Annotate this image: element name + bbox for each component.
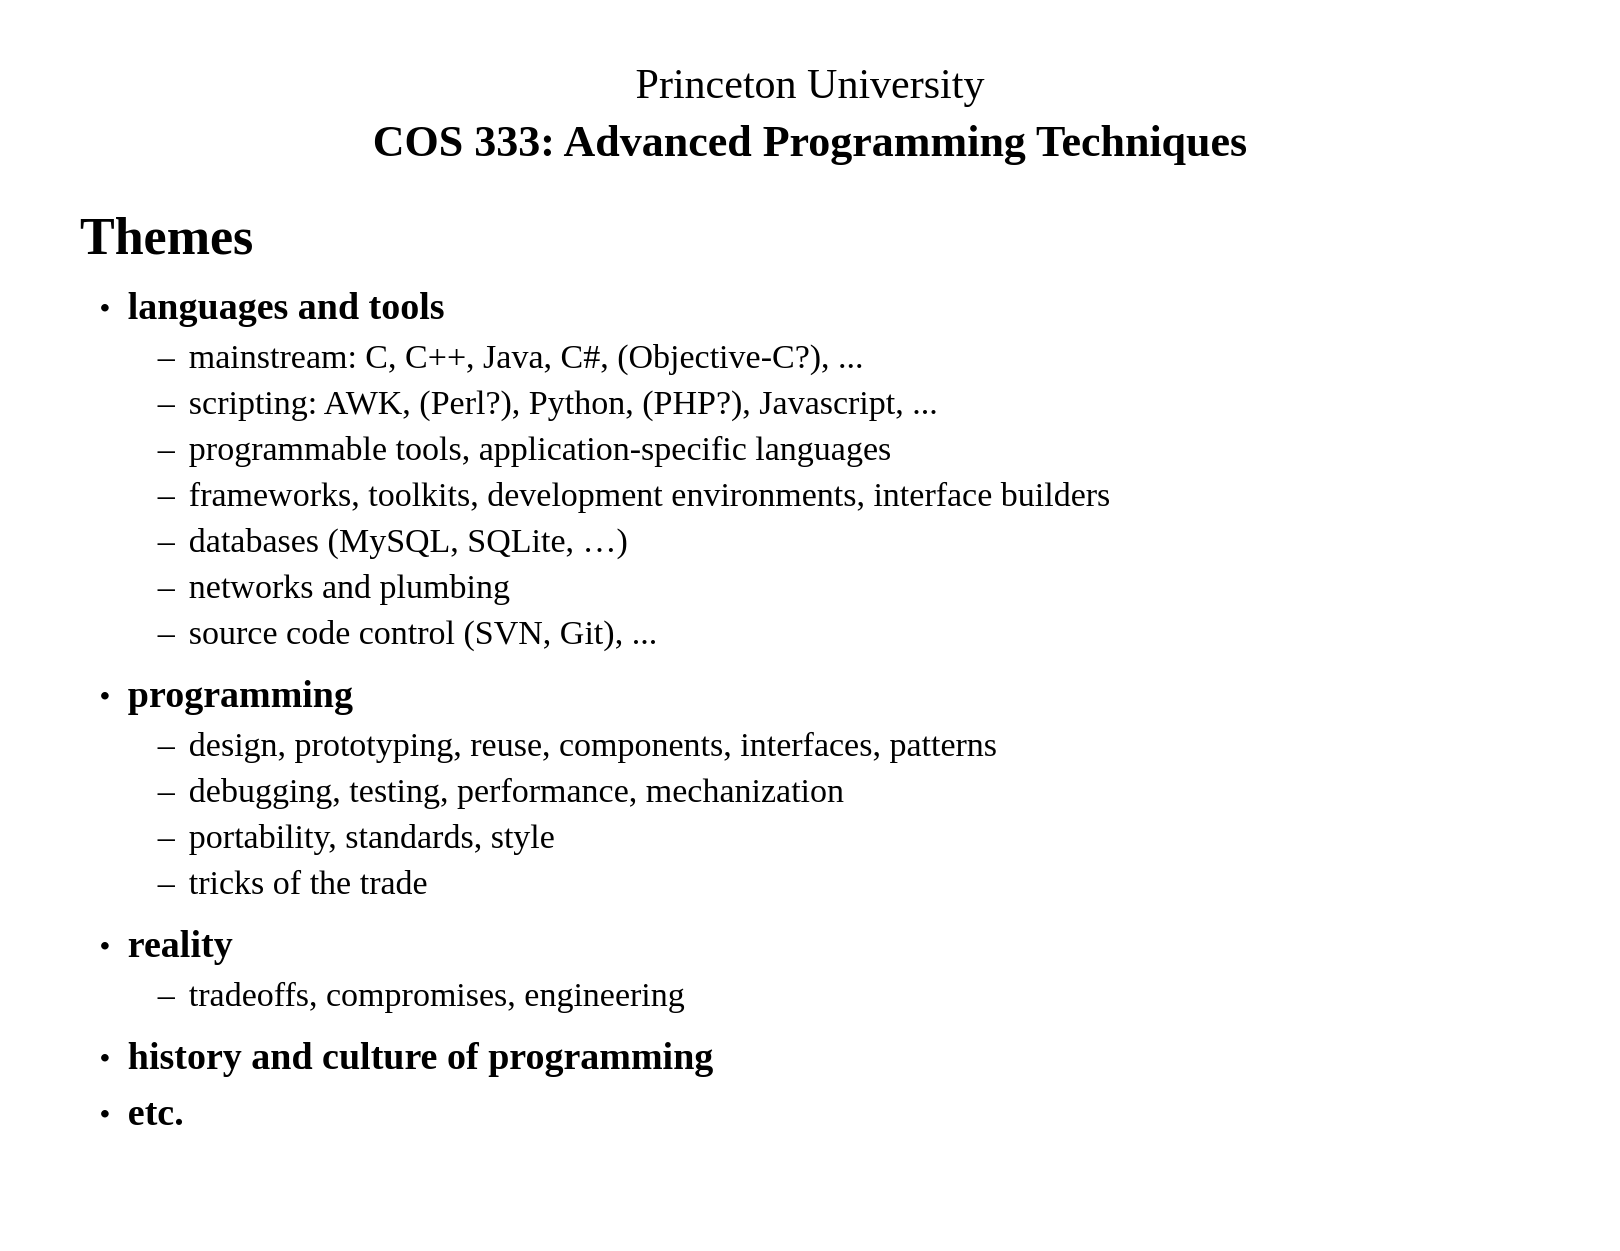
dash-icon: – (158, 338, 175, 376)
themes-heading: Themes (80, 207, 1540, 266)
bullet-icon: • (100, 930, 110, 962)
main-list-item: • etc. (100, 1090, 1540, 1134)
main-item-label: programming (128, 672, 997, 716)
dash-icon: – (158, 864, 175, 902)
sub-list-item: –tradeoffs, compromises, engineering (158, 976, 685, 1014)
sub-item-text: scripting: AWK, (Perl?), Python, (PHP?),… (189, 384, 938, 422)
sub-item-text: mainstream: C, C++, Java, C#, (Objective… (189, 338, 864, 376)
main-item-label: history and culture of programming (128, 1034, 714, 1078)
sub-item-text: source code control (SVN, Git), ... (189, 614, 657, 652)
main-item-label: languages and tools (128, 284, 1111, 328)
main-list-item: •programming–design, prototyping, reuse,… (100, 672, 1540, 910)
sub-list-item: –frameworks, toolkits, development envir… (158, 476, 1111, 514)
main-list-item: • reality –tradeoffs, compromises, enginee… (100, 922, 1540, 1022)
sub-list-item: –portability, standards, style (158, 818, 997, 856)
dash-icon: – (158, 522, 175, 560)
dash-icon: – (158, 430, 175, 468)
sub-list-item: –programmable tools, application-specifi… (158, 430, 1111, 468)
sub-topics-list: –tradeoffs, compromises, engineering (128, 976, 685, 1022)
sub-list-item: –scripting: AWK, (Perl?), Python, (PHP?)… (158, 384, 1111, 422)
dash-icon: – (158, 772, 175, 810)
sub-list-item: –databases (MySQL, SQLite, …) (158, 522, 1111, 560)
dash-icon: – (158, 726, 175, 764)
main-list-item: •languages and tools–mainstream: C, C++,… (100, 284, 1540, 660)
sub-topics-list: –mainstream: C, C++, Java, C#, (Objectiv… (128, 338, 1111, 660)
sub-list-item: –tricks of the trade (158, 864, 997, 902)
bullet-icon: • (100, 292, 110, 324)
sub-item-text: networks and plumbing (189, 568, 510, 606)
main-item-label: etc. (128, 1090, 184, 1134)
sub-item-text: debugging, testing, performance, mechani… (189, 772, 844, 810)
sub-list-item: –source code control (SVN, Git), ... (158, 614, 1111, 652)
sub-item-text: tricks of the trade (189, 864, 428, 902)
page-header: Princeton University COS 333: Advanced P… (80, 40, 1540, 167)
main-topics-list: •languages and tools–mainstream: C, C++,… (80, 284, 1540, 1134)
sub-item-text: databases (MySQL, SQLite, …) (189, 522, 628, 560)
sub-item-text: tradeoffs, compromises, engineering (189, 976, 685, 1014)
bullet-icon: • (100, 1098, 110, 1130)
dash-icon: – (158, 976, 175, 1014)
sub-list-item: –debugging, testing, performance, mechan… (158, 772, 997, 810)
sub-item-text: programmable tools, application-specific… (189, 430, 891, 468)
sub-list-item: –mainstream: C, C++, Java, C#, (Objectiv… (158, 338, 1111, 376)
dash-icon: – (158, 384, 175, 422)
dash-icon: – (158, 614, 175, 652)
sub-item-text: portability, standards, style (189, 818, 555, 856)
main-item-label: reality (128, 922, 685, 966)
themes-section: Themes •languages and tools–mainstream: … (80, 207, 1540, 1134)
sub-item-text: design, prototyping, reuse, components, … (189, 726, 997, 764)
sub-list-item: –networks and plumbing (158, 568, 1111, 606)
course-title: COS 333: Advanced Programming Techniques (80, 116, 1540, 167)
bullet-icon: • (100, 1042, 110, 1074)
dash-icon: – (158, 476, 175, 514)
bullet-icon: • (100, 680, 110, 712)
main-list-item: • history and culture of programming (100, 1034, 1540, 1078)
sub-topics-list: –design, prototyping, reuse, components,… (128, 726, 997, 910)
university-title: Princeton University (80, 60, 1540, 108)
dash-icon: – (158, 818, 175, 856)
sub-item-text: frameworks, toolkits, development enviro… (189, 476, 1111, 514)
dash-icon: – (158, 568, 175, 606)
sub-list-item: –design, prototyping, reuse, components,… (158, 726, 997, 764)
